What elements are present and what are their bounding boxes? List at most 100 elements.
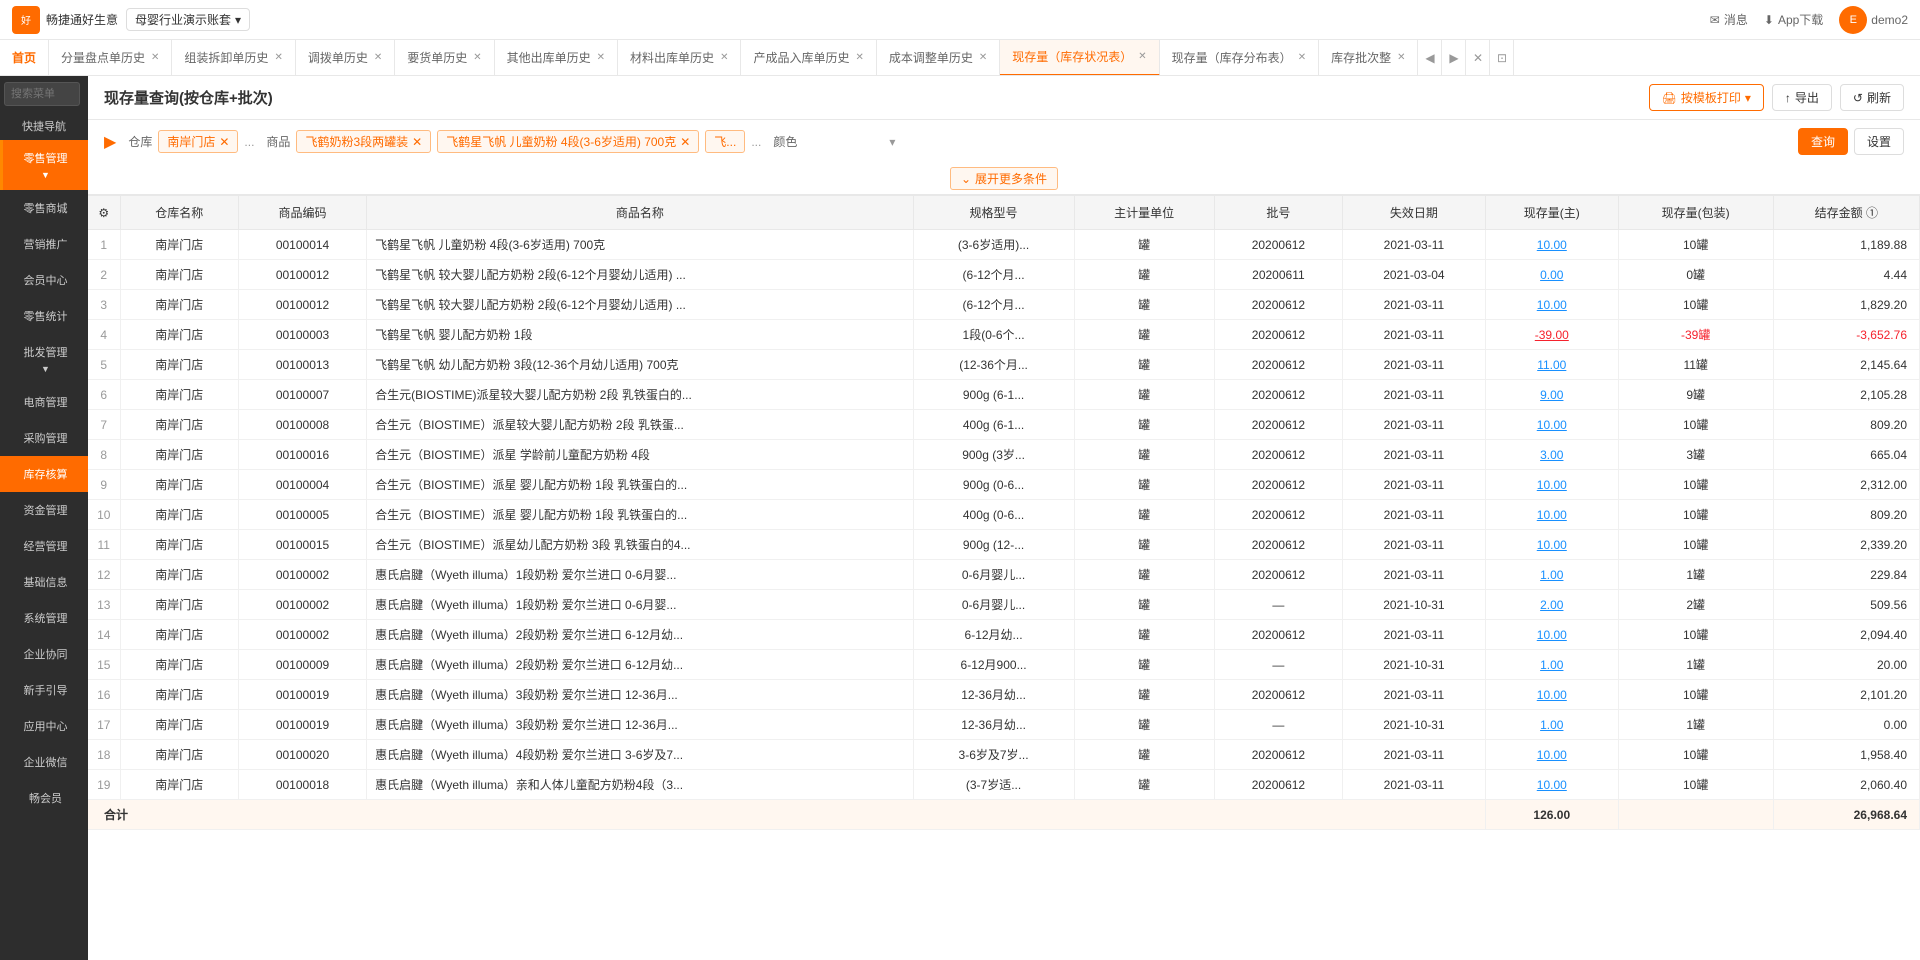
tab-cheng-ben-close[interactable]: ✕: [979, 52, 987, 63]
tab-zu-chai-close[interactable]: ✕: [274, 52, 282, 63]
tab-pi-ci-close[interactable]: ✕: [1397, 52, 1405, 63]
sidebar-item-enterprise[interactable]: 企业协同: [0, 636, 88, 672]
tab-fen-pan-close[interactable]: ✕: [151, 52, 159, 63]
tab-close-all[interactable]: ✕: [1466, 40, 1490, 76]
tab-nav-next[interactable]: ▶: [1442, 40, 1466, 76]
cell-qty-main[interactable]: 10.00: [1485, 770, 1618, 800]
cell-warehouse: 南岸门店: [120, 560, 238, 590]
sidebar-item-purchase[interactable]: 采购管理: [0, 420, 88, 456]
cell-spec: (3-7岁适...: [913, 770, 1074, 800]
cell-qty-main[interactable]: 10.00: [1485, 230, 1618, 260]
cell-qty-main[interactable]: 10.00: [1485, 290, 1618, 320]
tab-fen-pan[interactable]: 分量盘点单历史 ✕: [49, 40, 172, 76]
filter-more-icon[interactable]: ...: [244, 135, 254, 149]
cell-spec: 900g (3岁...: [913, 440, 1074, 470]
sidebar-item-vip[interactable]: 畅会员: [0, 780, 88, 816]
table-row: 13 南岸门店 00100002 惠氏启腱（Wyeth illuma）1段奶粉 …: [88, 590, 1920, 620]
cell-qty-main[interactable]: 10.00: [1485, 410, 1618, 440]
print-template-button[interactable]: 🖨 按模板打印 ▾: [1649, 84, 1764, 111]
tab-xian-cun1-close[interactable]: ✕: [1138, 51, 1146, 62]
cell-qty-main[interactable]: 10.00: [1485, 470, 1618, 500]
tab-xian-cun1[interactable]: 现存量（库存状况表） ✕: [1000, 40, 1159, 76]
cell-expire: 2021-03-11: [1343, 440, 1486, 470]
cell-qty-main[interactable]: 2.00: [1485, 590, 1618, 620]
cell-num: 16: [88, 680, 120, 710]
tab-yao-huo[interactable]: 要货单历史 ✕: [395, 40, 494, 76]
sidebar-item-appstore[interactable]: 应用中心: [0, 708, 88, 744]
cell-qty-main[interactable]: -39.00: [1485, 320, 1618, 350]
sidebar-item-inventory[interactable]: 库存核算: [0, 456, 88, 492]
sidebar-item-zero-stat[interactable]: 零售统计: [0, 298, 88, 334]
cell-num: 14: [88, 620, 120, 650]
tab-cheng-ben[interactable]: 成本调整单历史 ✕: [877, 40, 1000, 76]
tab-cai-liao-close[interactable]: ✕: [720, 52, 728, 63]
tab-xian-cun2-close[interactable]: ✕: [1298, 52, 1306, 63]
sidebar-item-ecommerce[interactable]: 电商管理: [0, 384, 88, 420]
warehouse-tag-close[interactable]: ✕: [219, 135, 229, 149]
export-button[interactable]: ↑ 导出: [1772, 84, 1832, 111]
sidebar-item-wechat[interactable]: 企业微信: [0, 744, 88, 780]
tab-chan-pin[interactable]: 产成品入库单历史 ✕: [741, 40, 876, 76]
sidebar-item-operations[interactable]: 经营管理: [0, 528, 88, 564]
product-filter-more-dots[interactable]: ...: [751, 135, 761, 149]
sidebar-item-wholesale[interactable]: 批发管理 ▼: [0, 334, 88, 384]
col-settings[interactable]: ⚙: [88, 196, 120, 230]
query-button[interactable]: 查询: [1798, 128, 1848, 155]
sidebar-item-marketing[interactable]: 营销推广: [0, 226, 88, 262]
sidebar-item-basic[interactable]: 基础信息: [0, 564, 88, 600]
warehouse-selector[interactable]: 母婴行业演示账套 ▾: [126, 8, 250, 31]
cell-qty-main[interactable]: 3.00: [1485, 440, 1618, 470]
tab-qi-ta[interactable]: 其他出库单历史 ✕: [495, 40, 618, 76]
cell-num: 15: [88, 650, 120, 680]
tab-zu-chai[interactable]: 组装拆卸单历史 ✕: [172, 40, 295, 76]
cell-qty-main[interactable]: 10.00: [1485, 620, 1618, 650]
tab-nav-prev[interactable]: ◀: [1418, 40, 1442, 76]
tab-yao-huo-close[interactable]: ✕: [473, 52, 481, 63]
cell-qty-main[interactable]: 10.00: [1485, 680, 1618, 710]
refresh-button[interactable]: ↺ 刷新: [1840, 84, 1904, 111]
tab-pi-ci[interactable]: 库存批次整 ✕: [1319, 40, 1418, 76]
sidebar-item-zero-retail[interactable]: 零售管理 ▼: [0, 140, 88, 190]
tab-diao-bo[interactable]: 调拨单历史 ✕: [296, 40, 395, 76]
cell-qty-main[interactable]: 11.00: [1485, 350, 1618, 380]
message-action[interactable]: ✉ 消息: [1710, 11, 1748, 28]
cell-amount: 509.56: [1773, 590, 1919, 620]
sidebar-item-zero-shop[interactable]: 零售商城: [0, 190, 88, 226]
filter-expand-arrow[interactable]: ▶: [104, 132, 116, 152]
tab-xian-cun2[interactable]: 现存量（库存分布表） ✕: [1160, 40, 1319, 76]
cell-qty-main[interactable]: 1.00: [1485, 710, 1618, 740]
settings-button[interactable]: 设置: [1854, 128, 1904, 155]
product-filter-more[interactable]: 飞...: [705, 130, 745, 153]
tab-diao-bo-close[interactable]: ✕: [374, 52, 382, 63]
product-filter-tag-2[interactable]: 飞鹤星飞帆 儿童奶粉 4段(3-6岁适用) 700克 ✕: [437, 130, 699, 153]
user-area[interactable]: E demo2: [1839, 6, 1908, 34]
expand-conditions-button[interactable]: ⌄ 展开更多条件: [950, 167, 1058, 190]
tab-menu[interactable]: ⊡: [1490, 40, 1514, 76]
search-input[interactable]: [4, 82, 80, 106]
color-dropdown-icon[interactable]: ▾: [889, 135, 895, 149]
cell-qty-main[interactable]: 1.00: [1485, 560, 1618, 590]
product-filter-tag-1[interactable]: 飞鹤奶粉3段两罐装 ✕: [296, 130, 431, 153]
cell-qty-main[interactable]: 0.00: [1485, 260, 1618, 290]
sidebar-item-system[interactable]: 系统管理: [0, 600, 88, 636]
warehouse-filter-tag[interactable]: 南岸门店 ✕: [158, 130, 238, 153]
sidebar-item-finance[interactable]: 资金管理: [0, 492, 88, 528]
search-box-sidebar: [0, 76, 88, 112]
cell-qty-main[interactable]: 9.00: [1485, 380, 1618, 410]
product-tag-2-close[interactable]: ✕: [680, 135, 690, 149]
cell-qty-main[interactable]: 10.00: [1485, 530, 1618, 560]
cell-qty-main[interactable]: 10.00: [1485, 500, 1618, 530]
sidebar-item-member[interactable]: 会员中心: [0, 262, 88, 298]
product-tag-1-close[interactable]: ✕: [412, 135, 422, 149]
tab-cai-liao[interactable]: 材料出库单历史 ✕: [618, 40, 741, 76]
tab-chan-pin-close[interactable]: ✕: [855, 52, 863, 63]
tab-home[interactable]: 首页: [0, 40, 49, 76]
settings-icon[interactable]: ⚙: [98, 206, 109, 220]
app-download-action[interactable]: ⬇ App下载: [1764, 11, 1823, 28]
refresh-icon: ↺: [1853, 91, 1863, 105]
sidebar-item-guide[interactable]: 新手引导: [0, 672, 88, 708]
tab-qi-ta-close[interactable]: ✕: [597, 52, 605, 63]
cell-qty-main[interactable]: 10.00: [1485, 740, 1618, 770]
cell-qty-main[interactable]: 1.00: [1485, 650, 1618, 680]
sidebar-item-quick-nav[interactable]: 快捷导航: [0, 112, 88, 140]
